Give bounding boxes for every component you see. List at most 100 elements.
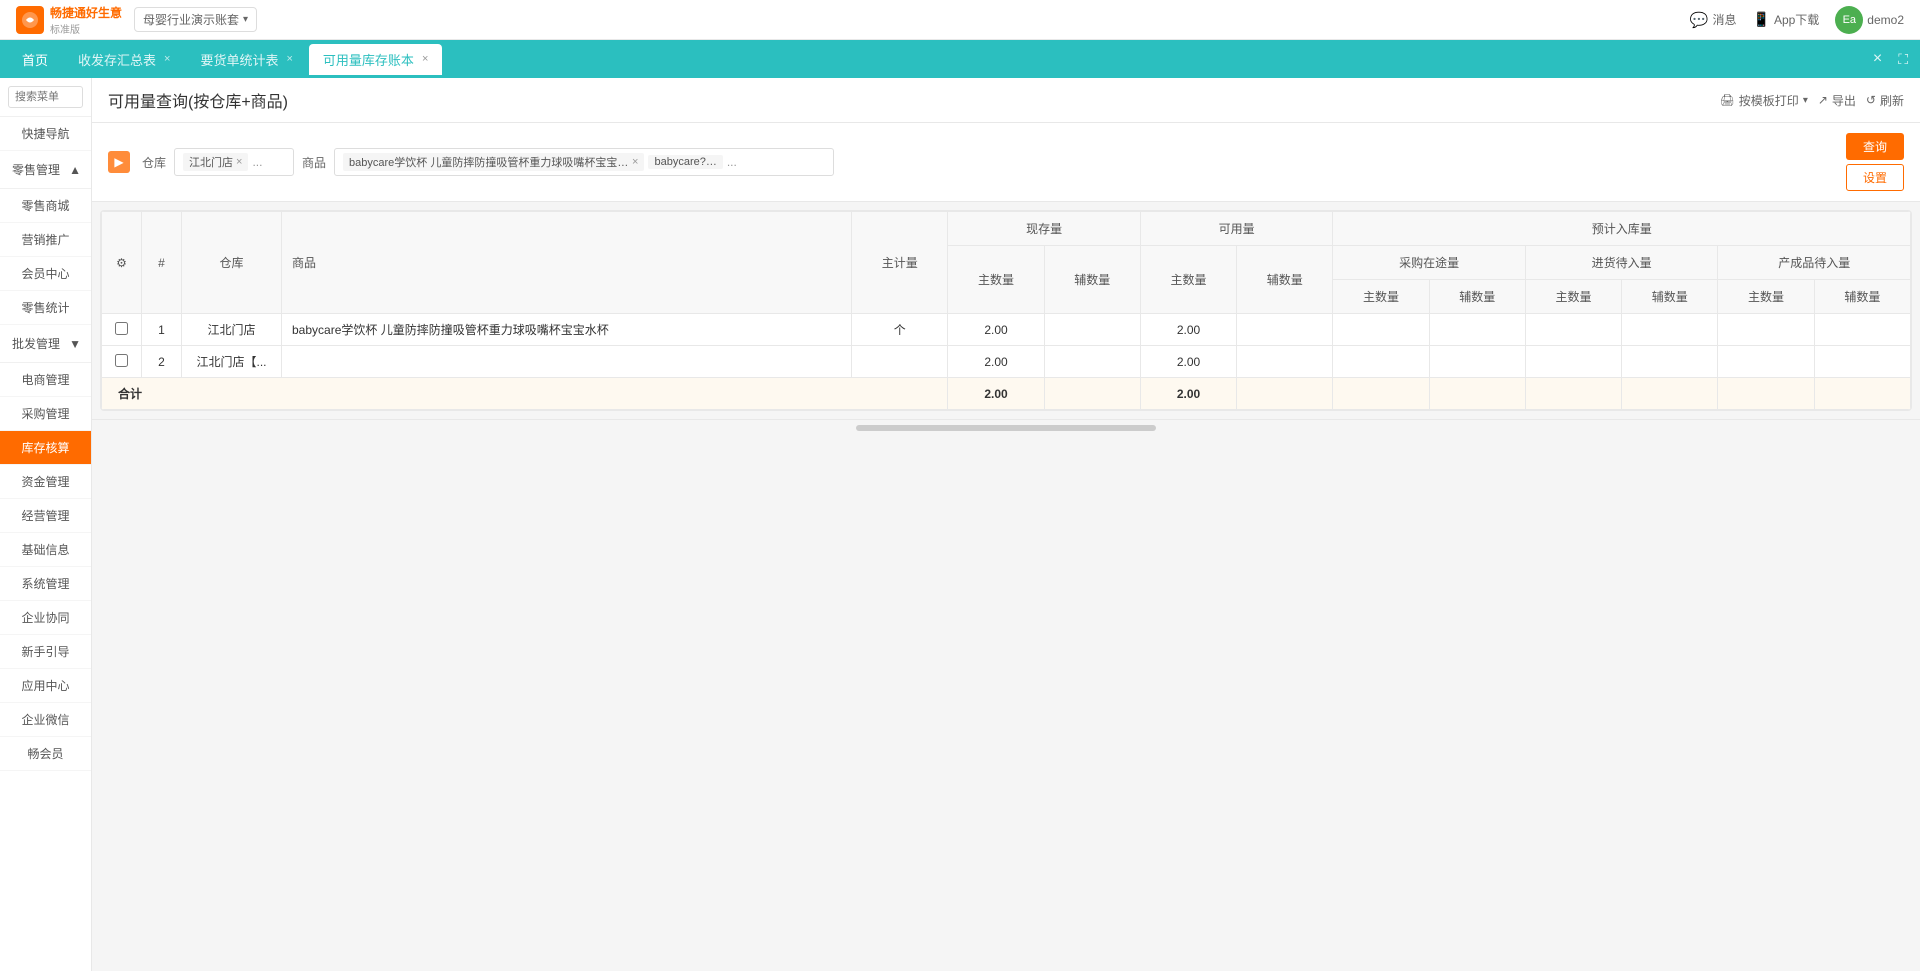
print-arrow-icon: ▾: [1803, 95, 1808, 106]
cell-prod-main: [1718, 314, 1814, 346]
cell-available-aux: [1237, 346, 1333, 378]
cell-current-main: 2.00: [948, 346, 1044, 378]
cell-checkbox[interactable]: [102, 314, 142, 346]
horizontal-scrollbar[interactable]: [92, 419, 1920, 435]
cell-pp-aux: [1622, 314, 1718, 346]
search-input[interactable]: [8, 86, 83, 108]
sidebar-item-retail-management[interactable]: 零售管理 ▲: [0, 151, 91, 189]
footer-pt-main: [1333, 378, 1429, 410]
product-more-button[interactable]: ...: [727, 155, 737, 169]
industry-label: 母婴行业演示账套: [143, 11, 239, 28]
sidebar-item-enterprise[interactable]: 企业协同: [0, 601, 91, 635]
sidebar-item-member[interactable]: 畅会员: [0, 737, 91, 771]
scrollbar-thumb[interactable]: [856, 425, 1156, 431]
cell-product: babycare学饮杯 儿童防摔防撞吸管杯重力球吸嘴杯宝宝水杯: [282, 314, 852, 346]
sidebar-label-retail: 零售管理: [12, 161, 60, 178]
phone-icon: 📱: [1753, 11, 1770, 28]
expand-window-button[interactable]: ⛶: [1894, 49, 1912, 70]
print-label: 按模板打印: [1739, 92, 1799, 109]
th-pp-aux: 辅数量: [1622, 280, 1718, 314]
footer-prod-aux: [1814, 378, 1910, 410]
footer-pt-aux: [1429, 378, 1525, 410]
tab-receive-close[interactable]: ×: [164, 53, 170, 65]
cell-pt-main: [1333, 314, 1429, 346]
sidebar-item-finance[interactable]: 资金管理: [0, 465, 91, 499]
sidebar-item-ecommerce[interactable]: 电商管理: [0, 363, 91, 397]
settings-icon[interactable]: ⚙: [116, 256, 127, 270]
tab-order-close[interactable]: ×: [286, 53, 292, 65]
th-pt-aux: 辅数量: [1429, 280, 1525, 314]
cell-pt-aux: [1429, 346, 1525, 378]
th-settings: ⚙: [102, 212, 142, 314]
sidebar-item-newbie[interactable]: 新手引导: [0, 635, 91, 669]
setting-button[interactable]: 设置: [1846, 164, 1904, 191]
arrow-right-icon: ▶: [114, 155, 123, 169]
sidebar-item-app-center[interactable]: 应用中心: [0, 669, 91, 703]
cell-available-main: 2.00: [1140, 314, 1236, 346]
main-content: 可用量查询(按仓库+商品) 🖨 按模板打印 ▾ ↗ 导出 ↺ 刷新: [92, 78, 1920, 971]
product-tag1-remove[interactable]: ×: [632, 156, 638, 168]
table-footer-row: 合计 2.00 2.00: [102, 378, 1911, 410]
export-icon: ↗: [1818, 93, 1828, 107]
sidebar-item-basic-info[interactable]: 基础信息: [0, 533, 91, 567]
refresh-button[interactable]: ↺ 刷新: [1866, 92, 1904, 109]
footer-prod-main: [1718, 378, 1814, 410]
tab-receive-label: 收发存汇总表: [78, 50, 156, 69]
th-purchase-transit: 采购在途量: [1333, 246, 1526, 280]
close-all-tabs-button[interactable]: ×: [1869, 48, 1886, 70]
chevron-down-icon: ▾: [243, 14, 248, 25]
export-button[interactable]: ↗ 导出: [1818, 92, 1856, 109]
product-filter-label: 商品: [302, 154, 326, 171]
warehouse-tag-remove[interactable]: ×: [236, 156, 242, 168]
cell-warehouse: 江北门店: [182, 314, 282, 346]
cell-pt-main: [1333, 346, 1429, 378]
sidebar-item-retail-stats[interactable]: 零售统计: [0, 291, 91, 325]
cell-pt-aux: [1429, 314, 1525, 346]
message-button[interactable]: 💬 消息: [1690, 11, 1737, 29]
app-download-label: App下载: [1774, 11, 1819, 28]
sidebar-item-operations[interactable]: 经营管理: [0, 499, 91, 533]
sidebar-item-wholesale-management[interactable]: 批发管理 ▼: [0, 325, 91, 363]
product-filter-input[interactable]: babycare学饮杯 儿童防摔防撞吸管杯重力球吸嘴杯宝宝水杯 × babyca…: [334, 148, 834, 176]
message-icon: 💬: [1690, 11, 1709, 29]
sidebar-item-inventory[interactable]: 库存核算: [0, 431, 91, 465]
table-row: 2 江北门店【... 2.00 2.00: [102, 346, 1911, 378]
logo-sub-text: 标准版: [50, 21, 122, 36]
footer-available-aux: [1237, 378, 1333, 410]
query-button[interactable]: 查询: [1846, 133, 1904, 160]
tab-home[interactable]: 首页: [8, 44, 62, 75]
th-available-aux: 辅数量: [1237, 246, 1333, 314]
th-available: 可用量: [1140, 212, 1333, 246]
app-download-button[interactable]: 📱 App下载: [1753, 11, 1820, 28]
tab-available-inventory[interactable]: 可用量库存账本 ×: [309, 44, 442, 75]
tab-order-stats[interactable]: 要货单统计表 ×: [186, 44, 306, 75]
warehouse-more-button[interactable]: ...: [252, 155, 262, 169]
user-area[interactable]: Ea demo2: [1835, 6, 1904, 34]
th-warehouse: 仓库: [182, 212, 282, 314]
th-current-stock: 现存量: [948, 212, 1141, 246]
tab-available-close[interactable]: ×: [422, 53, 428, 65]
sidebar-item-marketing[interactable]: 营销推广: [0, 223, 91, 257]
th-product: 商品: [282, 212, 852, 314]
warehouse-filter-input[interactable]: 江北门店 × ...: [174, 148, 294, 176]
chevron-down-icon: ▼: [69, 337, 81, 351]
filter-toggle-button[interactable]: ▶: [108, 151, 130, 173]
page-title: 可用量查询(按仓库+商品): [108, 88, 288, 112]
sidebar-item-purchase[interactable]: 采购管理: [0, 397, 91, 431]
tab-receive-summary[interactable]: 收发存汇总表 ×: [64, 44, 184, 75]
th-prod-aux: 辅数量: [1814, 280, 1910, 314]
sidebar-item-quick-nav[interactable]: 快捷导航: [0, 117, 91, 151]
cell-prod-aux: [1814, 346, 1910, 378]
nav-tabs-end: × ⛶: [1869, 48, 1912, 70]
industry-selector[interactable]: 母婴行业演示账套 ▾: [134, 7, 257, 32]
th-planned-inbound: 预计入库量: [1333, 212, 1911, 246]
sidebar-item-wechat-enterprise[interactable]: 企业微信: [0, 703, 91, 737]
sidebar-item-retail-mall[interactable]: 零售商城: [0, 189, 91, 223]
sidebar-item-member-center[interactable]: 会员中心: [0, 257, 91, 291]
nav-tabs: 首页 收发存汇总表 × 要货单统计表 × 可用量库存账本 × × ⛶: [0, 40, 1920, 78]
cell-unit: [852, 346, 948, 378]
sidebar-item-system[interactable]: 系统管理: [0, 567, 91, 601]
print-button[interactable]: 🖨 按模板打印 ▾: [1720, 92, 1808, 109]
cell-checkbox[interactable]: [102, 346, 142, 378]
th-current-aux: 辅数量: [1044, 246, 1140, 314]
